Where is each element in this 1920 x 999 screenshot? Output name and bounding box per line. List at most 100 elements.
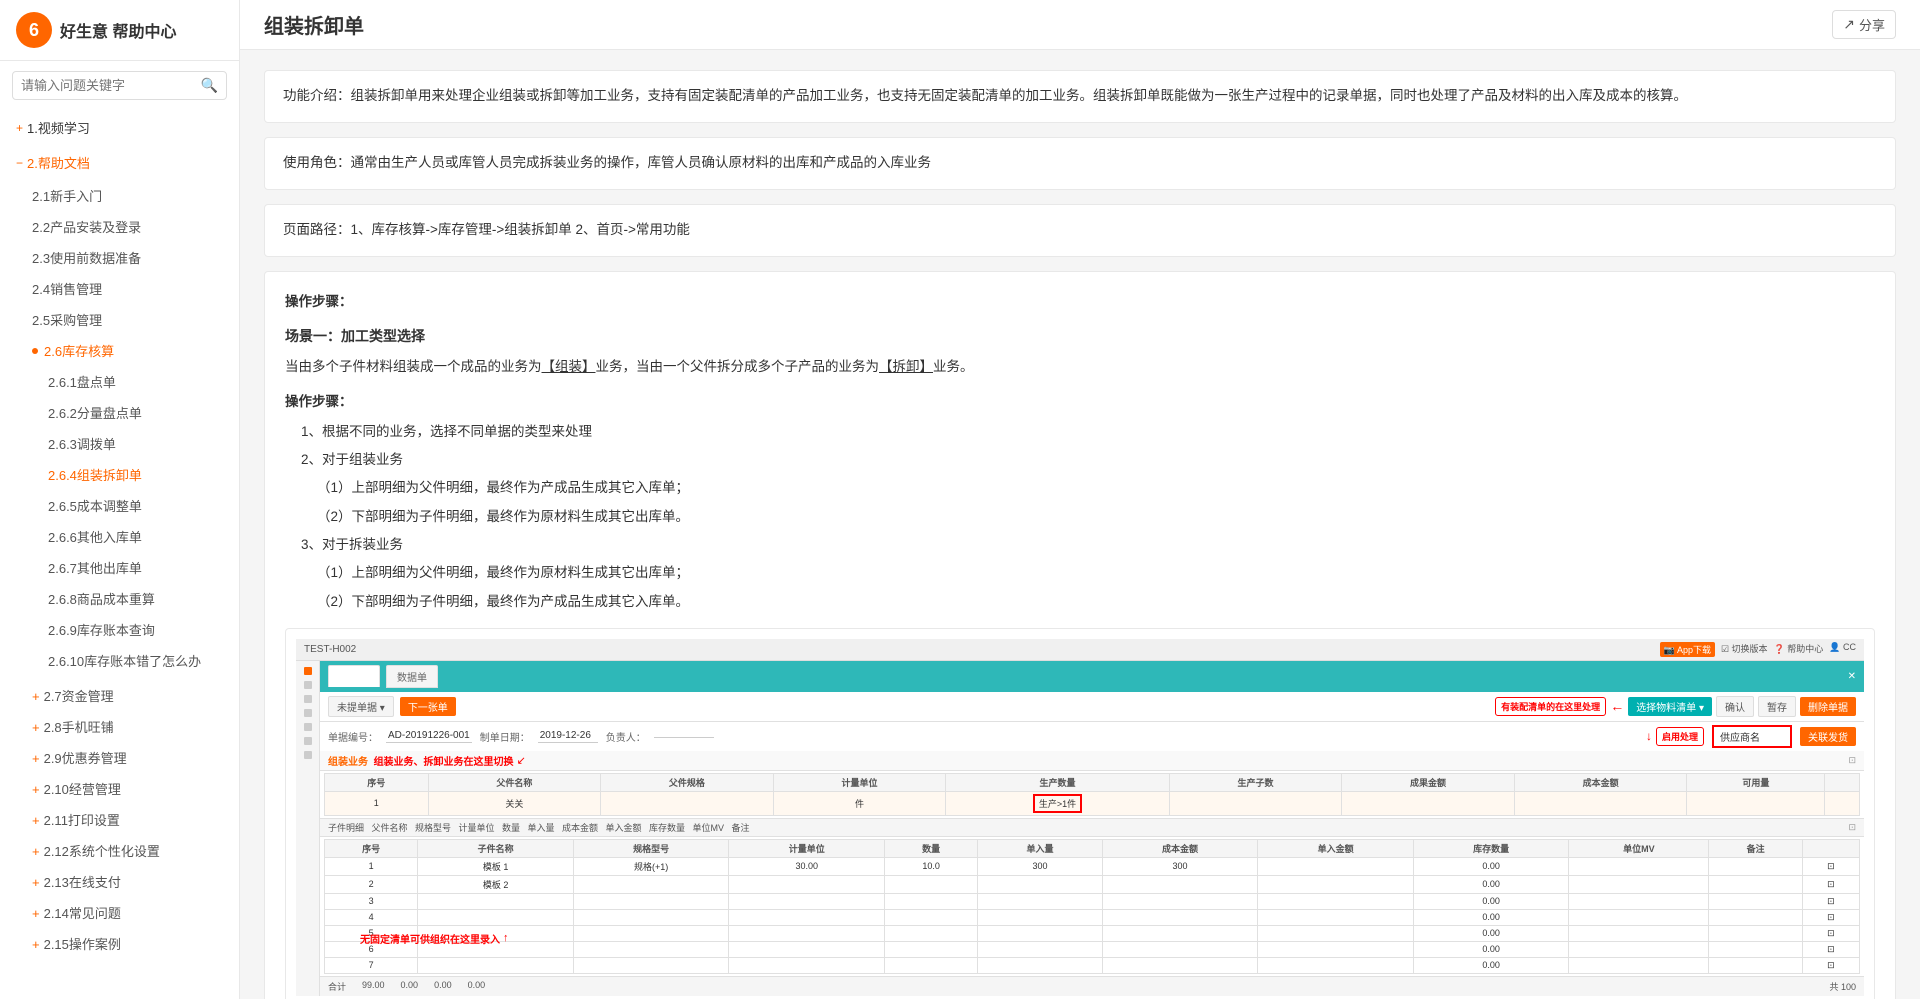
sidebar-item-other-out[interactable]: 2.6.7其他出库单 — [0, 552, 239, 583]
mock-icons: 📷 App下载 ☑ 切换版本 ❓ 帮助中心 👤 CC — [1660, 642, 1856, 657]
sidebar-item-partial-count[interactable]: 2.6.2分量盘点单 — [0, 397, 239, 428]
sidebar-item-payment[interactable]: +2.13在线支付 — [0, 866, 239, 897]
mock-btn-ok: 关联发货 — [1800, 727, 1856, 746]
sidebar-item-docs[interactable]: − 2.帮助文档 — [0, 145, 239, 180]
sidebar-item-ledger-fix[interactable]: 2.6.10库存账本错了怎么办 — [0, 645, 239, 676]
nav-section-docs: − 2.帮助文档 2.1新手入门 2.2产品安装及登录 2.3使用前数据准备 2… — [0, 145, 239, 959]
annotation-no-bom: 无固定清单可供组织在这里录入 — [360, 931, 500, 946]
path-text: 页面路径：1、库存核算->库存管理->组装拆卸单 2、首页->常用功能 — [283, 222, 690, 237]
path-block: 页面路径：1、库存核算->库存管理->组装拆卸单 2、首页->常用功能 — [264, 204, 1896, 257]
table-row: 2模板 20.00⊡ — [325, 875, 1860, 893]
mock-footer: 合计 99.00 0.00 0.00 0.00 共 100 — [320, 976, 1864, 996]
th-result-amt: 成果金额 — [1342, 773, 1515, 791]
annotation-enable: 启用处理 — [1656, 727, 1704, 746]
mock-left-icons — [296, 661, 320, 996]
sidebar-item-faq[interactable]: +2.14常见问题 — [0, 897, 239, 928]
sidebar-item-print[interactable]: +2.11打印设置 — [0, 804, 239, 835]
table-row: 1 关关 件 生产>1件 — [325, 791, 1860, 815]
mock-btn-next: 下一张单 — [400, 697, 456, 716]
th-parent-name: 父件名称 — [428, 773, 601, 791]
footer-right: 共 100 — [1829, 980, 1856, 993]
table-row: 60.00⊡ — [325, 941, 1860, 957]
role-block: 使用角色：通常由生产人员或库管人员完成拆装业务的操作，库管人员确认原材料的出库和… — [264, 137, 1896, 190]
sidebar-item-assembly[interactable]: 2.6.4组装拆卸单 — [0, 459, 239, 490]
sidebar-item-mobile[interactable]: +2.8手机旺铺 — [0, 711, 239, 742]
sidebar-item-finance[interactable]: +2.7资金管理 — [0, 680, 239, 711]
prefix-icon-docs: − — [16, 156, 23, 170]
mock-bottom-table: 序号子件名称规格型号计量单位数量单入量成本金额单入金额库存数量单位MV备注 1模… — [324, 839, 1860, 974]
step3-sub1: （1）上部明细为父件明细，最终作为原材料生成其它出库单； — [317, 561, 1875, 585]
share-button[interactable]: ↗ 分享 — [1832, 10, 1896, 39]
mock-top-table-area: 序号 父件名称 父件规格 计量单位 生产数量 生产子数 成果金额 成本金额 — [320, 771, 1864, 818]
red-arrow-2: ↙ — [517, 754, 526, 767]
annotation-has-bom: 有装配清单的在这里处理 — [1495, 697, 1606, 716]
scene1-desc: 当由多个子件材料组装成一个成品的业务为【组装】业务，当由一个父件拆分成多个子产品… — [285, 355, 1875, 379]
sidebar-header: 6 好生意 帮助中心 — [0, 0, 239, 61]
sidebar-item-inventory-count[interactable]: 2.6.1盘点单 — [0, 366, 239, 397]
share-label: 分享 — [1859, 15, 1885, 34]
th-avail: 可用量 — [1687, 773, 1825, 791]
share-icon: ↗ — [1843, 16, 1855, 33]
sidebar-item-purchase[interactable]: 2.5采购管理 — [0, 304, 239, 335]
th-parent-spec: 父件规格 — [601, 773, 774, 791]
table-row: 40.00⊡ — [325, 909, 1860, 925]
scene1-title: 场景一：加工类型选择 — [285, 324, 1875, 349]
sidebar-item-data-prep[interactable]: 2.3使用前数据准备 — [0, 242, 239, 273]
screenshot-container: TEST-H002 📷 App下载 ☑ 切换版本 ❓ 帮助中心 👤 CC — [285, 628, 1875, 999]
intro-text: 功能介绍：组装拆卸单用来处理企业组装或拆卸等加工业务，支持有固定装配清单的产品加… — [283, 88, 1687, 103]
th-cost-amt: 成本金额 — [1514, 773, 1687, 791]
sidebar-item-video[interactable]: + 1.视频学习 — [0, 110, 239, 145]
sidebar-item-transfer[interactable]: 2.6.3调拨单 — [0, 428, 239, 459]
search-box[interactable]: 🔍 — [12, 71, 227, 100]
steps-title: 操作步骤： — [285, 390, 1875, 414]
th-unit: 计量单位 — [773, 773, 946, 791]
logo-icon: 6 — [16, 12, 52, 48]
logo-text: 好生意 帮助中心 — [60, 18, 176, 42]
th-prod-qty: 生产数量 — [946, 773, 1169, 791]
sidebar-item-inventory[interactable]: 2.6库存核算 — [0, 335, 239, 366]
page-title: 组装拆卸单 — [264, 10, 364, 39]
mock-top-input: 生产>1件 — [1033, 794, 1082, 813]
mock-btn-new-action: 未提单据 ▾ — [328, 696, 394, 717]
sidebar-item-management[interactable]: +2.10经营管理 — [0, 773, 239, 804]
annotation4-container: 无固定清单可供组织在这里录入 ↑ — [360, 931, 509, 946]
mock-field-no: AD-20191226-001 — [386, 729, 472, 743]
mock-main-area: 新建单 数据单 ✕ 未提单据 ▾ 下一张单 — [320, 661, 1864, 996]
search-input[interactable] — [21, 78, 201, 93]
step2-sub1: （1）上部明细为父件明细，最终作为产成品生成其它入库单； — [317, 476, 1875, 500]
main-header: 组装拆卸单 ↗ 分享 — [240, 0, 1920, 50]
step1: 1、根据不同的业务，选择不同单据的类型来处理 — [301, 420, 1875, 444]
mock-toolbar: 未提单据 ▾ 下一张单 有装配清单的在这里处理 ← 选择物料清单 ▾ 确认 暂存 — [320, 692, 1864, 722]
mock-expand-2: ⊡ — [1848, 822, 1856, 833]
sidebar-item-personalize[interactable]: +2.12系统个性化设置 — [0, 835, 239, 866]
mock-field-owner — [654, 735, 714, 738]
mock-app-id: TEST-H002 — [304, 644, 356, 655]
sidebar-item-cost-recalc[interactable]: 2.6.8商品成本重算 — [0, 583, 239, 614]
sidebar-item-install[interactable]: 2.2产品安装及登录 — [0, 211, 239, 242]
red-arrow-3: ↓ — [1646, 729, 1652, 743]
sidebar-item-other-in[interactable]: 2.6.6其他入库单 — [0, 521, 239, 552]
active-dot — [32, 348, 38, 354]
mock-bottom-header-text: 子件明细 父件名称 规格型号 计量单位 数量 单入量 成本金额 单入金额 库存数… — [328, 821, 750, 834]
table-row: 1模板 1规格(+1)30.0010.03003000.00⊡ — [325, 857, 1860, 875]
search-icon[interactable]: 🔍 — [201, 77, 218, 94]
th-ops — [1825, 773, 1860, 791]
mock-body: 新建单 数据单 ✕ 未提单据 ▾ 下一张单 — [296, 661, 1864, 996]
mock-ui: TEST-H002 📷 App下载 ☑ 切换版本 ❓ 帮助中心 👤 CC — [296, 639, 1864, 996]
step2-sub2: （2）下部明细为子件明细，最终作为原材料生成其它出库单。 — [317, 505, 1875, 529]
sidebar-item-sales[interactable]: 2.4销售管理 — [0, 273, 239, 304]
footer-label: 合计 — [328, 980, 346, 993]
sidebar-item-newbie[interactable]: 2.1新手入门 — [0, 180, 239, 211]
mock-bottom-section-header: 子件明细 父件名称 规格型号 计量单位 数量 单入量 成本金额 单入金额 库存数… — [320, 818, 1864, 837]
main-area: 组装拆卸单 ↗ 分享 功能介绍：组装拆卸单用来处理企业组装或拆卸等加工业务，支持… — [240, 0, 1920, 999]
sidebar-item-coupon[interactable]: +2.9优惠券管理 — [0, 742, 239, 773]
sidebar: 6 好生意 帮助中心 🔍 + 1.视频学习 − 2.帮助文档 2.1新手入门 2… — [0, 0, 240, 999]
mock-section-row: 组装业务 组装业务、拆卸业务在这里切换 ↙ ⊡ — [320, 751, 1864, 771]
sidebar-item-cases[interactable]: +2.15操作案例 — [0, 928, 239, 959]
sidebar-item-cost-adj[interactable]: 2.6.5成本调整单 — [0, 490, 239, 521]
role-text: 使用角色：通常由生产人员或库管人员完成拆装业务的操作，库管人员确认原材料的出库和… — [283, 155, 931, 170]
sidebar-item-ledger-query[interactable]: 2.6.9库存账本查询 — [0, 614, 239, 645]
annotation-switch-label: 组装业务、拆卸业务在这里切换 — [374, 753, 514, 768]
mock-bottom-table-area: 无固定清单可供组织在这里录入 ↑ 序号子件名称规格型号计量单位数量单入量成本金额… — [320, 837, 1864, 976]
nav-section-video: + 1.视频学习 — [0, 110, 239, 145]
